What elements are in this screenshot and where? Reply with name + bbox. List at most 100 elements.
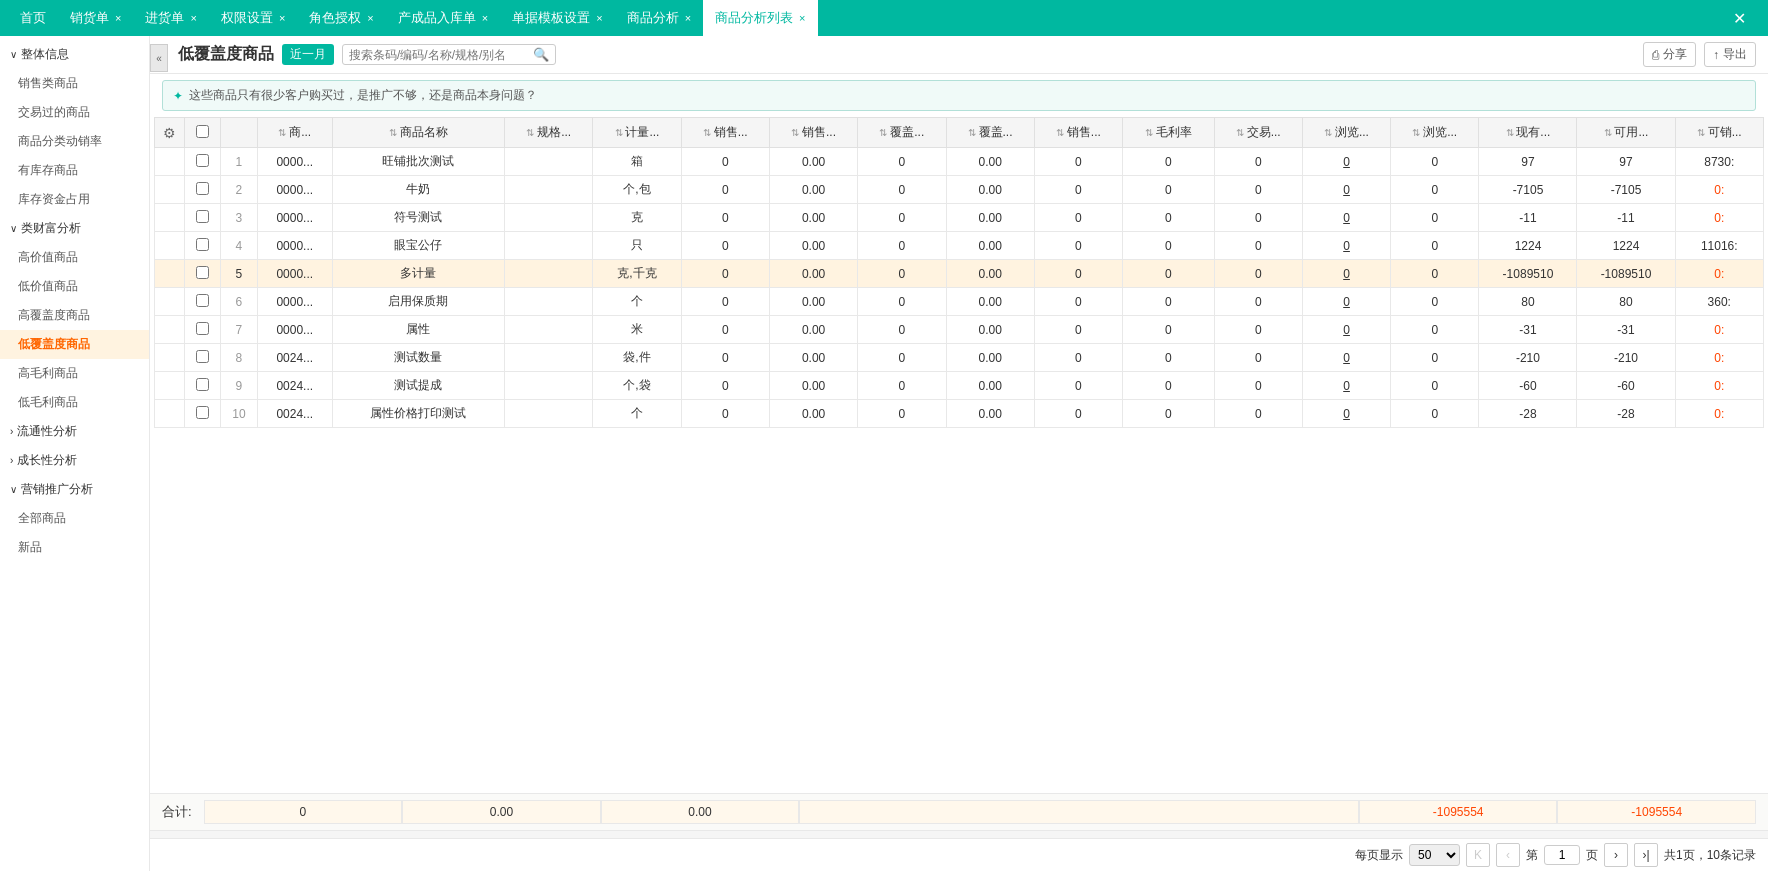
table-container[interactable]: ⚙ 商... 商品名称 规格... 计量... 销售... 销售... 覆盖..… bbox=[154, 117, 1764, 793]
nav-item-permission[interactable]: 权限设置 × bbox=[209, 0, 297, 36]
th-cover-b[interactable]: 覆盖... bbox=[946, 118, 1034, 148]
th-sellable[interactable]: 可销... bbox=[1675, 118, 1764, 148]
th-browse-b[interactable]: 浏览... bbox=[1391, 118, 1479, 148]
nav-item-analysis[interactable]: 商品分析 × bbox=[615, 0, 703, 36]
settings-icon[interactable]: ⚙ bbox=[163, 125, 176, 141]
row-checkbox[interactable] bbox=[196, 182, 209, 195]
sidebar-section-wealth[interactable]: ∨ 类财富分析 bbox=[0, 214, 149, 243]
browse-link[interactable]: 0 bbox=[1343, 183, 1350, 197]
browse-link[interactable]: 0 bbox=[1343, 379, 1350, 393]
th-name[interactable]: 商品名称 bbox=[332, 118, 504, 148]
sidebar-item-low-value[interactable]: 低价值商品 bbox=[0, 272, 149, 301]
th-current[interactable]: 现有... bbox=[1479, 118, 1577, 148]
footer-sales-amt: 0.00 bbox=[402, 800, 601, 824]
th-checkbox[interactable] bbox=[185, 118, 221, 148]
browse-link[interactable]: 0 bbox=[1343, 295, 1350, 309]
sidebar-item-sales-goods[interactable]: 销售类商品 bbox=[0, 69, 149, 98]
th-sales-c[interactable]: 销售... bbox=[1034, 118, 1122, 148]
nav-item-purchase[interactable]: 进货单 × bbox=[133, 0, 208, 36]
next-page-button[interactable]: › bbox=[1604, 843, 1628, 867]
browse-link[interactable]: 0 bbox=[1343, 351, 1350, 365]
arrow-growth-icon: › bbox=[10, 455, 13, 466]
row-checkbox[interactable] bbox=[196, 294, 209, 307]
th-spec[interactable]: 规格... bbox=[505, 118, 593, 148]
sidebar-section-liquidity[interactable]: › 流通性分析 bbox=[0, 417, 149, 446]
select-all-checkbox[interactable] bbox=[196, 125, 209, 138]
period-button[interactable]: 近一月 bbox=[282, 44, 334, 65]
table-row: 80024...测试数量袋,件00.0000.0000000-210-2100: bbox=[155, 344, 1764, 372]
close-role-icon[interactable]: × bbox=[367, 12, 373, 24]
th-settings[interactable]: ⚙ bbox=[155, 118, 185, 148]
prev-page-button[interactable]: ‹ bbox=[1496, 843, 1520, 867]
nav-item-home[interactable]: 首页 bbox=[8, 0, 58, 36]
sidebar-item-high-coverage[interactable]: 高覆盖度商品 bbox=[0, 301, 149, 330]
nav-item-warehouse[interactable]: 产成品入库单 × bbox=[386, 0, 500, 36]
th-gross-rate[interactable]: 毛利率 bbox=[1123, 118, 1215, 148]
browse-link[interactable]: 0 bbox=[1343, 211, 1350, 225]
browse-link[interactable]: 0 bbox=[1343, 407, 1350, 421]
row-checkbox[interactable] bbox=[196, 378, 209, 391]
close-warehouse-icon[interactable]: × bbox=[482, 12, 488, 24]
browse-link[interactable]: 0 bbox=[1343, 323, 1350, 337]
th-code[interactable]: 商... bbox=[257, 118, 332, 148]
content-header: 低覆盖度商品 近一月 🔍 ⎙ 分享 ↑ 导出 bbox=[150, 36, 1768, 74]
window-close-button[interactable]: ✕ bbox=[1719, 9, 1760, 28]
sidebar-collapse-button[interactable]: « bbox=[150, 44, 168, 72]
sidebar-item-all-goods[interactable]: 全部商品 bbox=[0, 504, 149, 533]
close-template-icon[interactable]: × bbox=[596, 12, 602, 24]
sidebar-section-growth[interactable]: › 成长性分析 bbox=[0, 446, 149, 475]
row-checkbox[interactable] bbox=[196, 350, 209, 363]
close-sales-icon[interactable]: × bbox=[115, 12, 121, 24]
sidebar-item-category-rate[interactable]: 商品分类动销率 bbox=[0, 127, 149, 156]
sidebar-section-marketing[interactable]: ∨ 营销推广分析 bbox=[0, 475, 149, 504]
sidebar-item-stock-fund[interactable]: 库存资金占用 bbox=[0, 185, 149, 214]
nav-item-analysis-list[interactable]: 商品分析列表 × bbox=[703, 0, 817, 36]
last-page-button[interactable]: ›| bbox=[1634, 843, 1658, 867]
sidebar-item-low-coverage[interactable]: 低覆盖度商品 bbox=[0, 330, 149, 359]
row-checkbox[interactable] bbox=[196, 210, 209, 223]
th-available[interactable]: 可用... bbox=[1577, 118, 1675, 148]
th-browse-a[interactable]: 浏览... bbox=[1302, 118, 1390, 148]
browse-link[interactable]: 0 bbox=[1343, 267, 1350, 281]
browse-link[interactable]: 0 bbox=[1343, 239, 1350, 253]
search-input[interactable] bbox=[349, 48, 529, 62]
search-icon[interactable]: 🔍 bbox=[533, 47, 549, 62]
sidebar-item-low-gross[interactable]: 低毛利商品 bbox=[0, 388, 149, 417]
th-unit[interactable]: 计量... bbox=[593, 118, 681, 148]
close-analysis-list-icon[interactable]: × bbox=[799, 12, 805, 24]
page-label: 第 bbox=[1526, 847, 1538, 864]
sidebar-item-new-goods[interactable]: 新品 bbox=[0, 533, 149, 562]
close-analysis-icon[interactable]: × bbox=[685, 12, 691, 24]
horizontal-scrollbar[interactable] bbox=[150, 830, 1768, 838]
browse-link[interactable]: 0 bbox=[1343, 155, 1350, 169]
close-permission-icon[interactable]: × bbox=[279, 12, 285, 24]
share-button[interactable]: ⎙ 分享 bbox=[1643, 42, 1696, 67]
row-checkbox[interactable] bbox=[196, 238, 209, 251]
sidebar-item-in-stock[interactable]: 有库存商品 bbox=[0, 156, 149, 185]
per-page-select[interactable]: 50 10 20 100 bbox=[1409, 844, 1460, 866]
th-cover-a[interactable]: 覆盖... bbox=[858, 118, 946, 148]
th-sales-qty[interactable]: 销售... bbox=[681, 118, 769, 148]
row-checkbox[interactable] bbox=[196, 406, 209, 419]
th-num bbox=[221, 118, 258, 148]
per-page-label: 每页显示 bbox=[1355, 847, 1403, 864]
arrow-liquidity-icon: › bbox=[10, 426, 13, 437]
sidebar-item-high-value[interactable]: 高价值商品 bbox=[0, 243, 149, 272]
page-input[interactable] bbox=[1544, 845, 1580, 865]
row-checkbox[interactable] bbox=[196, 322, 209, 335]
row-checkbox[interactable] bbox=[196, 266, 209, 279]
nav-item-role[interactable]: 角色授权 × bbox=[297, 0, 385, 36]
first-page-button[interactable]: K bbox=[1466, 843, 1490, 867]
th-sales-amt[interactable]: 销售... bbox=[769, 118, 857, 148]
page-label-2: 页 bbox=[1586, 847, 1598, 864]
close-purchase-icon[interactable]: × bbox=[190, 12, 196, 24]
sidebar-section-overall[interactable]: ∨ 整体信息 bbox=[0, 40, 149, 69]
sidebar-item-high-gross[interactable]: 高毛利商品 bbox=[0, 359, 149, 388]
nav-item-sales[interactable]: 销货单 × bbox=[58, 0, 133, 36]
sidebar-item-traded[interactable]: 交易过的商品 bbox=[0, 98, 149, 127]
row-checkbox[interactable] bbox=[196, 154, 209, 167]
footer-label: 合计: bbox=[162, 803, 192, 821]
th-trade[interactable]: 交易... bbox=[1214, 118, 1302, 148]
nav-item-template[interactable]: 单据模板设置 × bbox=[500, 0, 614, 36]
export-button[interactable]: ↑ 导出 bbox=[1704, 42, 1756, 67]
